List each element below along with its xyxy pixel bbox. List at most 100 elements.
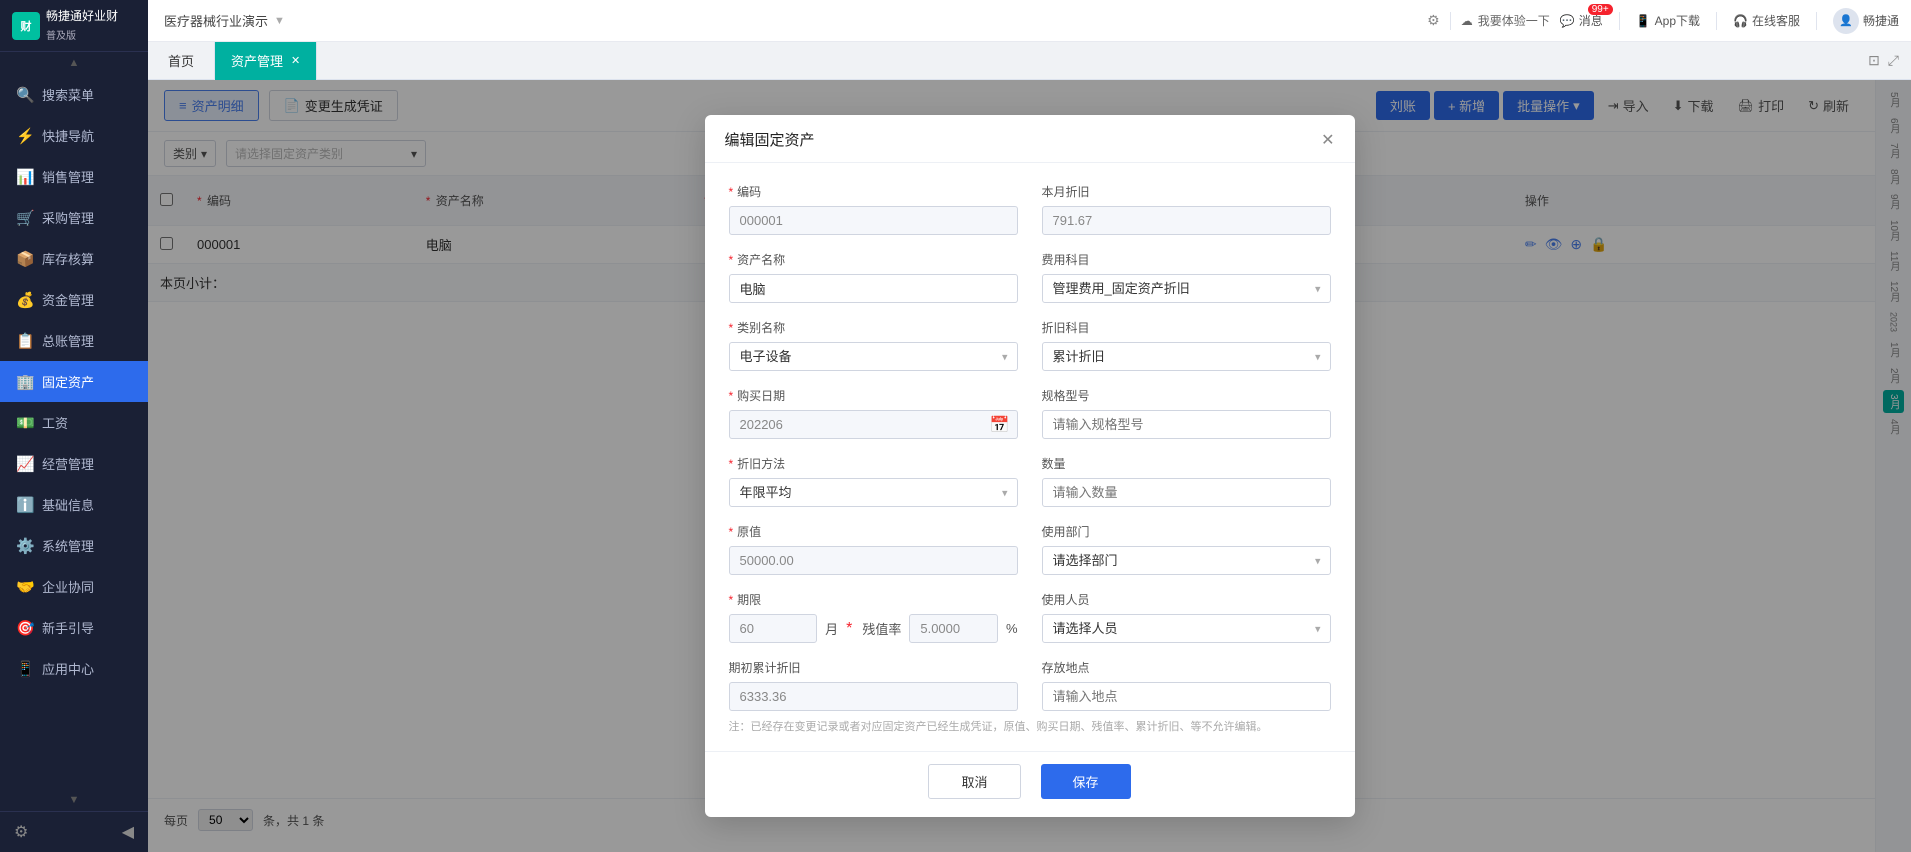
field-category: * 类别名称 电子设备 ▾: [729, 319, 1018, 371]
experience-btn[interactable]: ☁ 我要体验一下: [1461, 12, 1550, 29]
sidebar-item-app-center[interactable]: 📱 应用中心: [0, 648, 148, 689]
code-input[interactable]: [729, 206, 1018, 235]
sidebar-label-inventory: 库存核算: [42, 249, 94, 268]
monthly-depr-label: 本月折旧: [1042, 183, 1331, 200]
sidebar-label-newbie: 新手引导: [42, 618, 94, 637]
phone-icon: 📱: [1636, 14, 1651, 28]
residual-rate-label: 残值率: [862, 619, 901, 638]
user-btn[interactable]: 👤 畅捷通: [1833, 8, 1899, 34]
sidebar-scroll-up[interactable]: ▲: [0, 52, 148, 74]
field-user: 使用人员 请选择人员 ▾: [1042, 591, 1331, 643]
window-expand-icon[interactable]: ⤢: [1888, 52, 1899, 69]
cancel-button[interactable]: 取消: [928, 764, 1020, 799]
sidebar-item-payroll[interactable]: 💵 工资: [0, 402, 148, 443]
field-quantity: 数量: [1042, 455, 1331, 507]
storage-input[interactable]: [1042, 682, 1331, 711]
field-depr-subject: 折旧科目 累计折旧 ▾: [1042, 319, 1331, 371]
sidebar-item-enterprise[interactable]: 🤝 企业协同: [0, 566, 148, 607]
spec-model-input[interactable]: [1042, 410, 1331, 439]
sidebar-item-quicknav[interactable]: ⚡ 快捷导航: [0, 115, 148, 156]
search-icon: 🔍: [16, 86, 34, 104]
online-service-btn[interactable]: 🎧 在线客服: [1733, 12, 1800, 29]
sidebar-label-operations: 经营管理: [42, 454, 94, 473]
sidebar-item-inventory[interactable]: 📦 库存核算: [0, 238, 148, 279]
sidebar-item-ledger[interactable]: 📋 总账管理: [0, 320, 148, 361]
sidebar-item-purchase[interactable]: 🛒 采购管理: [0, 197, 148, 238]
period-label: * 期限: [729, 591, 1018, 608]
tab-close-icon[interactable]: ✕: [291, 54, 300, 67]
app-download-btn[interactable]: 📱 App下载: [1636, 12, 1700, 29]
dept-select[interactable]: 请选择部门: [1042, 546, 1331, 575]
initial-depr-input[interactable]: [729, 682, 1018, 711]
sidebar-item-newbie[interactable]: 🎯 新手引导: [0, 607, 148, 648]
modal-close-icon[interactable]: ✕: [1321, 130, 1334, 150]
tab-asset-mgmt[interactable]: 资产管理 ✕: [215, 42, 317, 80]
topbar-settings-icon[interactable]: ⚙: [1427, 12, 1440, 29]
sidebar-label-app-center: 应用中心: [42, 659, 94, 678]
field-depr-method: * 折旧方法 年限平均 ▾: [729, 455, 1018, 507]
category-select[interactable]: 电子设备: [729, 342, 1018, 371]
field-original-value: * 原值: [729, 523, 1018, 575]
quantity-input[interactable]: [1042, 478, 1331, 507]
chevron-down-icon[interactable]: ▼: [274, 15, 285, 27]
topbar: 医疗器械行业演示 ▼ ⚙ ☁ 我要体验一下 💬 消息 99+ 📱 App下载 🎧…: [148, 0, 1911, 42]
sidebar-label-search: 搜索菜单: [42, 85, 94, 104]
sidebar-label-fixed-assets: 固定资产: [42, 372, 94, 391]
fixed-assets-icon: 🏢: [16, 373, 34, 391]
expense-subject-select[interactable]: 管理费用_固定资产折旧: [1042, 274, 1331, 303]
experience-label: 我要体验一下: [1478, 12, 1550, 29]
depr-method-select[interactable]: 年限平均: [729, 478, 1018, 507]
original-value-input[interactable]: [729, 546, 1018, 575]
sidebar-item-capital[interactable]: 💰 资金管理: [0, 279, 148, 320]
purchase-icon: 🛒: [16, 209, 34, 227]
tab-home[interactable]: 首页: [148, 42, 215, 80]
topbar-right: 💬 消息 99+ 📱 App下载 🎧 在线客服 👤 畅捷通: [1560, 8, 1899, 34]
sidebar-item-sales[interactable]: 📊 销售管理: [0, 156, 148, 197]
save-button[interactable]: 保存: [1041, 764, 1131, 799]
tab-asset-mgmt-label: 资产管理: [231, 51, 283, 70]
settings-bottom-icon[interactable]: ⚙: [14, 822, 28, 842]
sidebar-item-fixed-assets[interactable]: 🏢 固定资产: [0, 361, 148, 402]
residual-required: *: [846, 620, 852, 638]
tab-home-label: 首页: [168, 51, 194, 70]
asset-name-input[interactable]: [729, 274, 1018, 303]
monthly-depr-input: [1042, 206, 1331, 235]
depr-subject-select[interactable]: 累计折旧: [1042, 342, 1331, 371]
sidebar-item-search[interactable]: 🔍 搜索菜单: [0, 74, 148, 115]
sidebar-label-ledger: 总账管理: [42, 331, 94, 350]
residual-rate-input[interactable]: [909, 614, 998, 643]
payroll-icon: 💵: [16, 414, 34, 432]
purchase-date-input[interactable]: [729, 410, 1018, 439]
modal-grid: * 编码 本月折旧 *: [729, 183, 1331, 711]
window-restore-icon[interactable]: ⊡: [1868, 52, 1880, 69]
code-label: * 编码: [729, 183, 1018, 200]
sidebar-item-basic-info[interactable]: ℹ️ 基础信息: [0, 484, 148, 525]
topbar-divider-3: [1716, 12, 1717, 30]
message-badge: 99+: [1588, 4, 1613, 15]
sidebar-item-operations[interactable]: 📈 经营管理: [0, 443, 148, 484]
sales-icon: 📊: [16, 168, 34, 186]
message-btn[interactable]: 💬 消息 99+: [1560, 12, 1603, 29]
storage-label: 存放地点: [1042, 659, 1331, 676]
asset-name-label: * 资产名称: [729, 251, 1018, 268]
user-select[interactable]: 请选择人员: [1042, 614, 1331, 643]
sidebar-item-system[interactable]: ⚙️ 系统管理: [0, 525, 148, 566]
logo-text-block: 畅捷通好业财 普及版: [46, 9, 118, 42]
avatar: 👤: [1833, 8, 1859, 34]
spec-model-label: 规格型号: [1042, 387, 1331, 404]
depr-subject-select-wrap: 累计折旧 ▾: [1042, 342, 1331, 371]
sidebar: 财 畅捷通好业财 普及版 ▲ 🔍 搜索菜单 ⚡ 快捷导航 📊 销售管理 🛒 采购…: [0, 0, 148, 852]
sidebar-label-sales: 销售管理: [42, 167, 94, 186]
collapse-icon[interactable]: ◀: [122, 822, 134, 842]
depr-method-select-wrap: 年限平均 ▾: [729, 478, 1018, 507]
sidebar-scroll-down[interactable]: ▼: [0, 789, 148, 811]
service-icon: 🎧: [1733, 14, 1748, 28]
period-input[interactable]: [729, 614, 818, 643]
operations-icon: 📈: [16, 455, 34, 473]
system-icon: ⚙️: [16, 537, 34, 555]
depr-subject-label: 折旧科目: [1042, 319, 1331, 336]
message-icon: 💬: [1560, 14, 1575, 28]
initial-depr-label: 期初累计折旧: [729, 659, 1018, 676]
avatar-icon: 👤: [1839, 14, 1853, 27]
field-purchase-date: * 购买日期 📅: [729, 387, 1018, 439]
